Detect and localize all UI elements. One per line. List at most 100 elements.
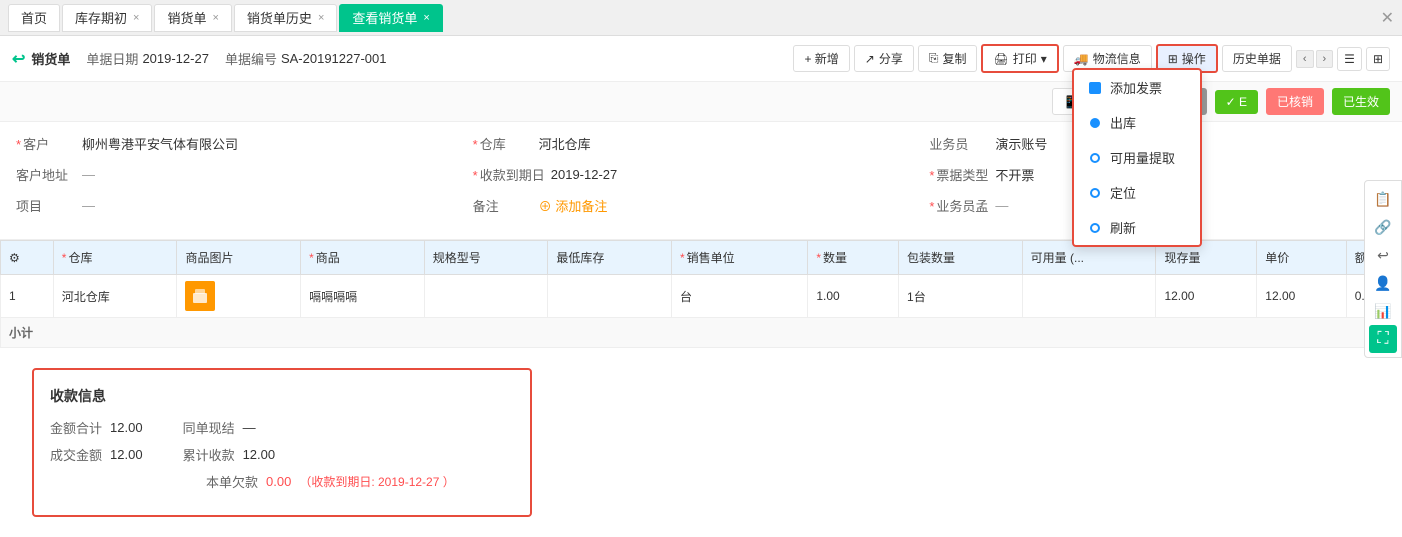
- tab-inventory-close[interactable]: ×: [133, 12, 139, 24]
- confirm-btn[interactable]: ✓ E: [1215, 90, 1258, 114]
- summary-row-2: 成交金额 12.00 累计收款 12.00: [50, 445, 514, 464]
- tab-inventory[interactable]: 库存期初 ×: [62, 4, 152, 32]
- copy-label: 复制: [942, 50, 966, 67]
- amount-total-value: 12.00: [110, 420, 143, 435]
- customer-label: 客户: [16, 134, 76, 153]
- sales-emp-value: —: [995, 198, 1008, 213]
- doc-title: ↩ 销货单: [12, 49, 70, 69]
- deal-amount-value: 12.00: [110, 447, 143, 462]
- tab-sales[interactable]: 销货单 ×: [154, 4, 231, 32]
- deal-amount-field: 成交金额 12.00: [50, 445, 143, 464]
- sidebar-icon-5[interactable]: 📊: [1369, 297, 1397, 325]
- action-icon: ⊞: [1168, 52, 1178, 66]
- share-button[interactable]: ↗ 分享: [854, 45, 914, 72]
- print-chevron: ▾: [1041, 52, 1047, 66]
- add-note-btn[interactable]: ⊕ 添加备注: [539, 196, 608, 215]
- cell-product: 嗝嗝嗝嗝: [301, 275, 425, 318]
- add-button[interactable]: + 新增: [793, 45, 849, 72]
- sidebar-icon-3[interactable]: ↩: [1369, 241, 1397, 269]
- same-order-settle-label: 同单现结: [183, 418, 235, 437]
- tab-sales-close[interactable]: ×: [212, 12, 218, 24]
- cell-min-stock: [548, 275, 672, 318]
- dropdown-add-invoice[interactable]: 添加发票: [1074, 70, 1200, 105]
- customer-value: 柳州粤港平安气体有限公司: [82, 134, 238, 153]
- th-gear: ⚙: [1, 241, 54, 275]
- layout-btn-2[interactable]: ⊞: [1366, 47, 1390, 71]
- warehouse-field: 仓库 河北仓库: [473, 134, 930, 153]
- nav-prev[interactable]: ‹: [1296, 50, 1314, 68]
- summary-title: 收款信息: [50, 386, 514, 406]
- refresh-label: 刷新: [1110, 218, 1136, 237]
- total-received-value: 12.00: [243, 447, 276, 462]
- cell-spec: [424, 275, 548, 318]
- deal-amount-label: 成交金额: [50, 445, 102, 464]
- dropdown-ship[interactable]: 出库: [1074, 105, 1200, 140]
- sold-btn[interactable]: 已核销: [1266, 88, 1324, 115]
- copy-icon: ⎘: [929, 51, 939, 66]
- th-product: 商品: [301, 241, 425, 275]
- tab-sales-history-close[interactable]: ×: [318, 12, 324, 24]
- doc-meta: 单据日期 2019-12-27 单据编号 SA-20191227-001: [86, 49, 386, 68]
- th-qty: 数量: [808, 241, 899, 275]
- dropdown-locate[interactable]: 定位: [1074, 175, 1200, 210]
- project-label: 项目: [16, 196, 76, 215]
- hint-text: （收款到期日: 2019-12-27 ）: [299, 473, 454, 490]
- gear-icon: ⚙: [9, 251, 20, 265]
- ticket-label: 票据类型: [929, 165, 989, 184]
- cell-warehouse: 河北仓库: [53, 275, 177, 318]
- history-label: 历史单据: [1233, 50, 1281, 67]
- th-pkg-qty: 包装数量: [899, 241, 1023, 275]
- sales-emp-label: 业务员孟: [929, 196, 989, 215]
- tab-view-sales-close[interactable]: ×: [423, 12, 429, 24]
- history-button[interactable]: 历史单据: [1222, 45, 1292, 72]
- share-icon: ↗: [865, 52, 875, 66]
- cell-image: [177, 275, 301, 318]
- sidebar-icon-6[interactable]: ⛶: [1369, 325, 1397, 353]
- sidebar-icon-2[interactable]: 🔗: [1369, 213, 1397, 241]
- tab-inventory-label: 库存期初: [75, 8, 127, 27]
- add-note-icon: ⊕: [539, 199, 552, 214]
- print-button[interactable]: 🖨 打印 ▾: [981, 44, 1058, 73]
- add-invoice-icon: [1088, 81, 1102, 95]
- tab-bar: 首页 库存期初 × 销货单 × 销货单历史 × 查看销货单 × ✕: [0, 0, 1402, 36]
- subtotal-row: 小计: [1, 318, 1402, 348]
- nav-next[interactable]: ›: [1316, 50, 1334, 68]
- th-image: 商品图片: [177, 241, 301, 275]
- th-min-stock: 最低库存: [548, 241, 672, 275]
- tab-view-sales[interactable]: 查看销货单 ×: [339, 4, 442, 32]
- note-field: 备注 ⊕ 添加备注: [473, 196, 930, 215]
- tab-sales-label: 销货单: [167, 8, 206, 27]
- doc-number-value: SA-20191227-001: [281, 51, 387, 66]
- address-field: 客户地址 —: [16, 165, 473, 184]
- employee-value: 演示账号: [995, 134, 1047, 153]
- available-qty-icon: [1088, 151, 1102, 165]
- tab-sales-history[interactable]: 销货单历史 ×: [234, 4, 337, 32]
- locate-label: 定位: [1110, 183, 1136, 202]
- cell-unit-price: 12.00: [1257, 275, 1346, 318]
- sidebar-icon-1[interactable]: 📋: [1369, 185, 1397, 213]
- effective-btn[interactable]: 已生效: [1332, 88, 1390, 115]
- note-label: 备注: [473, 196, 533, 215]
- doc-date-value: 2019-12-27: [142, 51, 209, 66]
- locate-icon: [1088, 186, 1102, 200]
- amount-total-field: 金额合计 12.00: [50, 418, 143, 437]
- dropdown-available-qty[interactable]: 可用量提取: [1074, 140, 1200, 175]
- copy-button[interactable]: ⎘ 复制: [918, 45, 978, 72]
- address-value: —: [82, 167, 95, 182]
- summary-section: 收款信息 金额合计 12.00 同单现结 — 成交金额 12.00 累计收款: [32, 368, 532, 517]
- add-note-label: 添加备注: [555, 199, 607, 214]
- sidebar-icon-4[interactable]: 👤: [1369, 269, 1397, 297]
- logistics-label: 物流信息: [1093, 50, 1141, 67]
- total-received-label: 累计收款: [183, 445, 235, 464]
- share-label: 分享: [879, 50, 903, 67]
- print-label: 打印: [1013, 50, 1037, 67]
- tab-home-label: 首页: [21, 8, 47, 27]
- refresh-icon: [1088, 221, 1102, 235]
- dropdown-refresh[interactable]: 刷新: [1074, 210, 1200, 245]
- confirm-label: ✓ E: [1226, 95, 1247, 109]
- layout-btn-1[interactable]: ☰: [1337, 47, 1362, 71]
- th-spec: 规格型号: [424, 241, 548, 275]
- tab-view-sales-label: 查看销货单: [352, 8, 417, 27]
- window-close-btn[interactable]: ✕: [1381, 8, 1394, 28]
- tab-home[interactable]: 首页: [8, 4, 60, 32]
